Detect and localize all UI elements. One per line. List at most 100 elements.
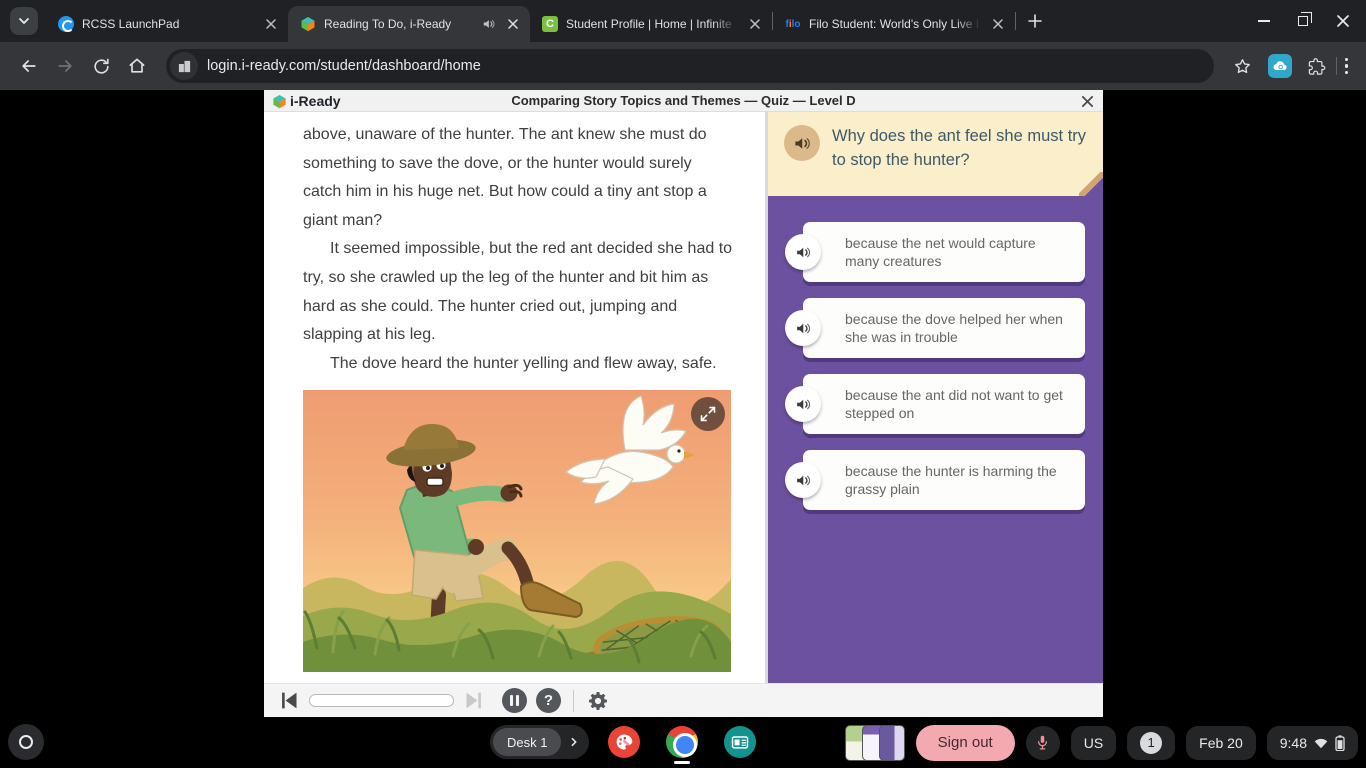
desk-switcher[interactable]: Desk 1: [490, 725, 590, 759]
chevron-right-icon[interactable]: [569, 737, 579, 747]
tab-close-icon[interactable]: [989, 15, 1007, 33]
tab-close-icon[interactable]: [746, 15, 764, 33]
desk-label[interactable]: Desk 1: [493, 728, 562, 756]
address-bar[interactable]: login.i-ready.com/student/dashboard/home: [166, 49, 1214, 83]
lesson-title: Comparing Story Topics and Themes — Quiz…: [511, 93, 856, 108]
chrome-app-icon[interactable]: [666, 726, 698, 758]
answer-text: because the ant did not want to get step…: [845, 386, 1063, 422]
tab-separator: [1015, 12, 1016, 30]
answer-text: because the hunter is harming the grassy…: [845, 462, 1057, 498]
window-previews[interactable]: [844, 724, 905, 761]
answer-choice-1[interactable]: because the net would capture many creat…: [785, 222, 1085, 282]
tab-filo-student[interactable]: filo Filo Student: World's Only Live I: [773, 6, 1015, 42]
help-button[interactable]: ?: [536, 688, 561, 713]
active-app-indicator: [674, 761, 690, 764]
story-paragraph: The dove heard the hunter yelling and fl…: [330, 354, 717, 372]
tab-iready-active[interactable]: Reading To Do, i-Ready: [288, 6, 530, 42]
keyboard-layout-button[interactable]: US: [1070, 725, 1117, 760]
question-audio-button[interactable]: [784, 125, 820, 161]
tab-title: Filo Student: World's Only Live I: [809, 17, 980, 31]
pause-button[interactable]: [502, 688, 527, 713]
answer-choice-2[interactable]: because the dove helped her when she was…: [785, 298, 1085, 358]
answer-audio-button[interactable]: [785, 462, 821, 498]
story-paragraph: It seemed impossible, but the red ant de…: [303, 240, 733, 344]
question-text: Why does the ant feel she must try to st…: [832, 127, 1087, 169]
skip-forward-button[interactable]: [463, 690, 484, 711]
window-thumbnail[interactable]: [878, 724, 905, 761]
extension-cloud-icon[interactable]: [1267, 54, 1292, 78]
clock-time: 9:48: [1279, 734, 1307, 751]
expand-image-button[interactable]: [691, 397, 725, 431]
answers-area: because the net would capture many creat…: [768, 196, 1103, 683]
lesson-controls: ?: [264, 683, 1103, 717]
answer-audio-button[interactable]: [785, 234, 821, 270]
notification-count: 1: [1140, 731, 1163, 754]
answer-audio-button[interactable]: [785, 310, 821, 346]
browser-toolbar: login.i-ready.com/student/dashboard/home: [0, 42, 1366, 90]
shelf-status-area: Sign out US 1 Feb 20 9:48: [844, 717, 1358, 768]
infinite-campus-icon: C: [542, 16, 558, 32]
tab-title: Student Profile | Home | Infinite: [566, 17, 732, 31]
site-info-icon[interactable]: [170, 52, 198, 80]
tab-close-icon[interactable]: [262, 15, 280, 33]
back-button[interactable]: [12, 49, 46, 83]
help-icon: ?: [543, 692, 554, 709]
sign-out-button[interactable]: Sign out: [915, 724, 1015, 761]
page-content: i-Ready Comparing Story Topics and Theme…: [0, 90, 1366, 717]
story-paragraph: above, unaware of the hunter. The ant kn…: [303, 126, 707, 229]
story-illustration: [303, 390, 731, 672]
explore-app-icon[interactable]: [724, 726, 756, 758]
window-controls: [1258, 12, 1366, 28]
answer-choice-3[interactable]: because the ant did not want to get step…: [785, 374, 1085, 434]
launcher-button[interactable]: [8, 724, 44, 760]
answer-audio-button[interactable]: [785, 386, 821, 422]
launcher-circle-icon: [19, 735, 33, 749]
extensions-puzzle-icon[interactable]: [1300, 49, 1334, 83]
tab-student-profile[interactable]: C Student Profile | Home | Infinite: [530, 6, 772, 42]
audio-progress-bar[interactable]: [309, 694, 454, 707]
url-text[interactable]: login.i-ready.com/student/dashboard/home: [207, 58, 481, 74]
mic-icon: [1038, 735, 1048, 750]
notification-counter[interactable]: 1: [1127, 725, 1176, 760]
browser-menu-icon[interactable]: [1339, 57, 1355, 75]
answer-text: because the dove helped her when she was…: [845, 310, 1063, 346]
tab-close-icon[interactable]: [504, 15, 522, 33]
tab-title: RCSS LaunchPad: [82, 17, 180, 31]
chevron-down-icon: [19, 18, 29, 25]
tab-strip: RCSS LaunchPad Reading To Do, i-Ready C …: [0, 0, 1366, 42]
battery-icon: [1335, 734, 1345, 751]
iready-lesson-player: i-Ready Comparing Story Topics and Theme…: [264, 90, 1103, 717]
answer-choice-4[interactable]: because the hunter is harming the grassy…: [785, 450, 1085, 510]
wifi-icon: [1314, 738, 1328, 748]
settings-button[interactable]: [586, 689, 610, 713]
screen: RCSS LaunchPad Reading To Do, i-Ready C …: [0, 0, 1366, 768]
bookmark-star-icon[interactable]: [1226, 49, 1260, 83]
microphone-button[interactable]: [1025, 725, 1060, 760]
restore-icon[interactable]: [1298, 12, 1312, 26]
hunter-dove-illustration: [303, 390, 731, 672]
pause-icon: [510, 695, 519, 706]
lesson-header: i-Ready Comparing Story Topics and Theme…: [264, 90, 1103, 112]
iready-cube-icon: [300, 16, 316, 32]
skip-back-button[interactable]: [279, 690, 300, 711]
page-fold-corner: [1079, 172, 1103, 196]
status-tray[interactable]: 9:48: [1266, 725, 1358, 760]
iready-cube-icon: [272, 94, 287, 109]
date-button[interactable]: Feb 20: [1186, 725, 1256, 760]
canvas-app-icon[interactable]: [608, 726, 640, 758]
tab-rcss-launchpad[interactable]: RCSS LaunchPad: [46, 6, 288, 42]
lesson-close-icon[interactable]: [1076, 90, 1098, 112]
forward-button[interactable]: [48, 49, 82, 83]
new-tab-button[interactable]: [1026, 12, 1044, 30]
question-panel: Why does the ant feel she must try to st…: [765, 112, 1103, 683]
tab-search-button[interactable]: [10, 7, 38, 35]
toolbar-separator: [1335, 57, 1337, 75]
controls-separator: [573, 689, 574, 712]
minimize-icon[interactable]: [1258, 20, 1270, 22]
gear-icon: [589, 691, 607, 710]
window-close-icon[interactable]: [1336, 14, 1350, 28]
reload-button[interactable]: [84, 49, 118, 83]
answer-text: because the net would capture many creat…: [845, 234, 1036, 270]
home-button[interactable]: [120, 49, 154, 83]
tab-audio-icon[interactable]: [482, 17, 496, 31]
